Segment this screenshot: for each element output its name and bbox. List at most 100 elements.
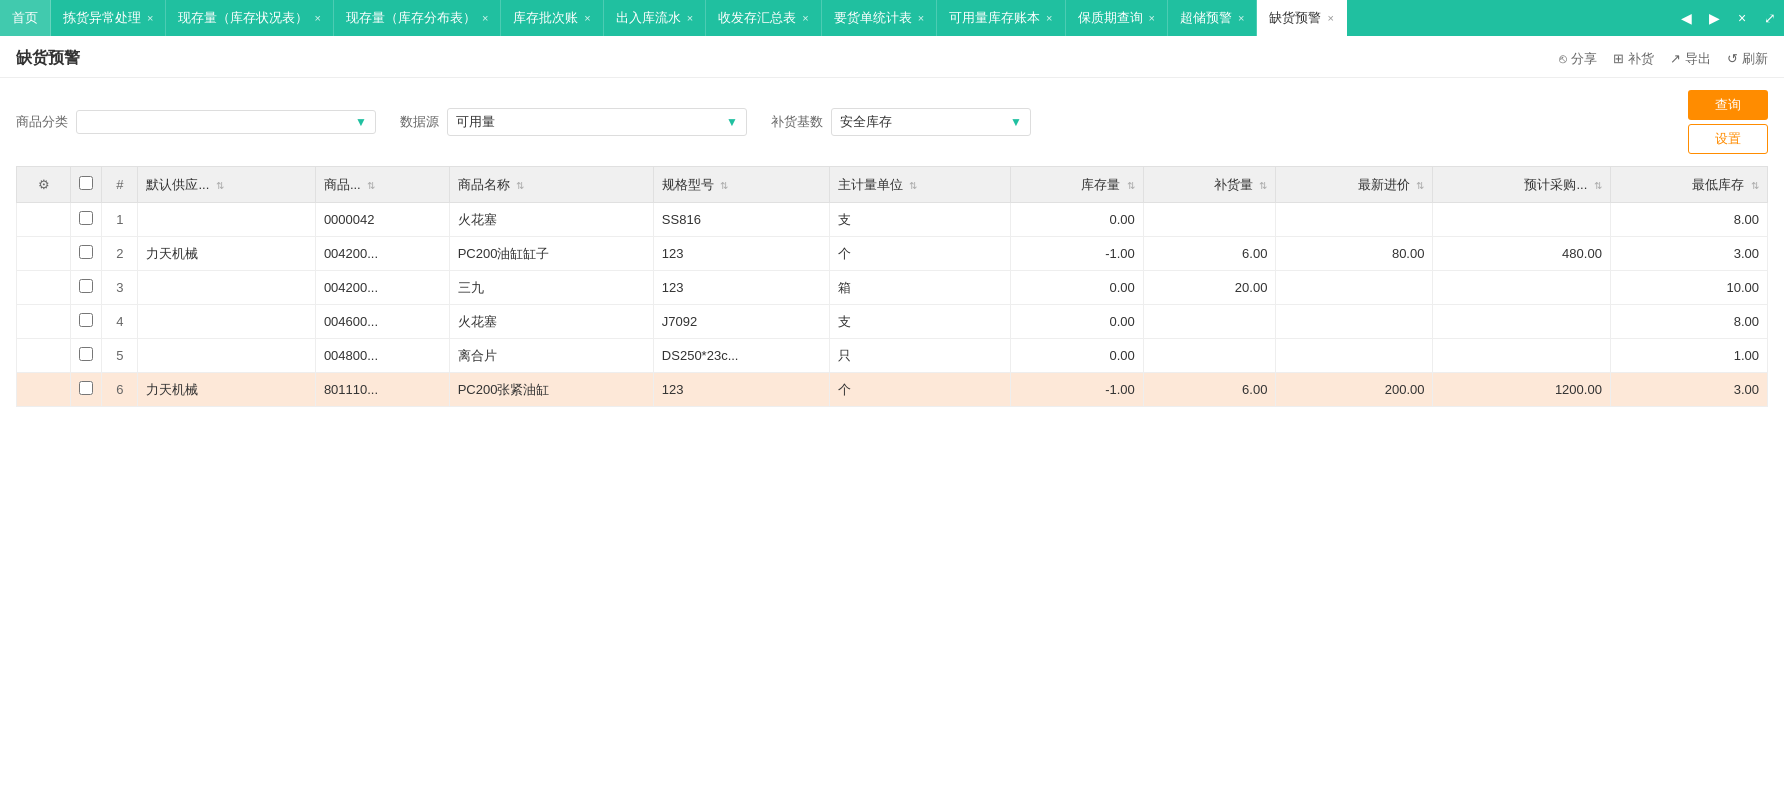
replenish-button[interactable]: ⊞ 补货 bbox=[1613, 50, 1654, 68]
row-checkbox-cell-5[interactable] bbox=[71, 373, 102, 407]
select-all-checkbox[interactable] bbox=[79, 176, 93, 190]
tab-1[interactable]: 拣货异常处理 × bbox=[51, 0, 166, 36]
col-latest-price-header[interactable]: 最新进价 ⇅ bbox=[1276, 167, 1433, 203]
row-spec-5: 123 bbox=[653, 373, 829, 407]
tab-1-close[interactable]: × bbox=[147, 12, 153, 24]
sort-name-icon: ⇅ bbox=[516, 180, 524, 191]
sort-stock-icon: ⇅ bbox=[1127, 180, 1135, 191]
row-min-stock-3: 8.00 bbox=[1610, 305, 1767, 339]
col-goods-code-header[interactable]: 商品... ⇅ bbox=[315, 167, 449, 203]
row-price-0 bbox=[1276, 203, 1433, 237]
goods-category-arrow-icon: ▼ bbox=[355, 115, 367, 129]
row-checkbox-cell-2[interactable] bbox=[71, 271, 102, 305]
col-unit-header[interactable]: 主计量单位 ⇅ bbox=[829, 167, 1010, 203]
row-checkbox-0[interactable] bbox=[79, 211, 93, 225]
row-est-2 bbox=[1433, 271, 1610, 305]
tab-10-close[interactable]: × bbox=[1238, 12, 1244, 24]
row-stock-4: 0.00 bbox=[1011, 339, 1144, 373]
data-table: ⚙ # 默认供应... ⇅ 商品... ⇅ 商品名称 ⇅ bbox=[16, 166, 1768, 407]
col-num-header: # bbox=[102, 167, 138, 203]
col-stock-header[interactable]: 库存量 ⇅ bbox=[1011, 167, 1144, 203]
tab-2-close[interactable]: × bbox=[314, 12, 320, 24]
tab-prev-btn[interactable]: ◀ bbox=[1672, 0, 1700, 36]
row-unit-5: 个 bbox=[829, 373, 1010, 407]
settings-button[interactable]: 设置 bbox=[1688, 124, 1768, 154]
tab-7-close[interactable]: × bbox=[918, 12, 924, 24]
export-button[interactable]: ↗ 导出 bbox=[1670, 50, 1711, 68]
tab-9-close[interactable]: × bbox=[1149, 12, 1155, 24]
tab-4-close[interactable]: × bbox=[584, 12, 590, 24]
row-name-5: PC200张紧油缸 bbox=[449, 373, 653, 407]
col-select-all[interactable] bbox=[71, 167, 102, 203]
tab-8[interactable]: 可用量库存账本 × bbox=[937, 0, 1065, 36]
row-code-1: 004200... bbox=[315, 237, 449, 271]
col-min-stock-header[interactable]: 最低库存 ⇅ bbox=[1610, 167, 1767, 203]
col-spec-header[interactable]: 规格型号 ⇅ bbox=[653, 167, 829, 203]
tab-3[interactable]: 现存量（库存分布表） × bbox=[334, 0, 501, 36]
tab-5[interactable]: 出入库流水 × bbox=[604, 0, 706, 36]
query-button[interactable]: 查询 bbox=[1688, 90, 1768, 120]
row-checkbox-2[interactable] bbox=[79, 279, 93, 293]
table-row: 4 004600... 火花塞 J7092 支 0.00 8.00 bbox=[17, 305, 1768, 339]
tab-7[interactable]: 要货单统计表 × bbox=[822, 0, 937, 36]
row-supplier-5: 力天机械 bbox=[138, 373, 315, 407]
row-gear-0 bbox=[17, 203, 71, 237]
refresh-button[interactable]: ↺ 刷新 bbox=[1727, 50, 1768, 68]
tab-next-btn[interactable]: ▶ bbox=[1700, 0, 1728, 36]
data-source-label: 数据源 bbox=[400, 113, 439, 131]
table-body: 1 0000042 火花塞 SS816 支 0.00 8.00 2 力天机械 0… bbox=[17, 203, 1768, 407]
tab-5-close[interactable]: × bbox=[687, 12, 693, 24]
row-checkbox-3[interactable] bbox=[79, 313, 93, 327]
tab-9[interactable]: 保质期查询 × bbox=[1066, 0, 1168, 36]
col-gear[interactable]: ⚙ bbox=[17, 167, 71, 203]
share-button[interactable]: ⎋ 分享 bbox=[1559, 50, 1597, 68]
row-stock-3: 0.00 bbox=[1011, 305, 1144, 339]
tab-2[interactable]: 现存量（库存状况表） × bbox=[166, 0, 333, 36]
row-checkbox-cell-0[interactable] bbox=[71, 203, 102, 237]
col-spec-label: 规格型号 bbox=[662, 177, 714, 192]
sort-replenish-icon: ⇅ bbox=[1259, 180, 1267, 191]
tab-11[interactable]: 缺货预警 × bbox=[1257, 0, 1346, 36]
data-source-select[interactable]: 可用量 ▼ bbox=[447, 108, 747, 136]
row-replenish-5: 6.00 bbox=[1143, 373, 1276, 407]
col-default-supplier-header[interactable]: 默认供应... ⇅ bbox=[138, 167, 315, 203]
tab-6[interactable]: 收发存汇总表 × bbox=[706, 0, 821, 36]
row-checkbox-cell-3[interactable] bbox=[71, 305, 102, 339]
row-code-2: 004200... bbox=[315, 271, 449, 305]
row-checkbox-4[interactable] bbox=[79, 347, 93, 361]
tab-expand-btn[interactable]: ⤢ bbox=[1756, 0, 1784, 36]
tab-home[interactable]: 首页 bbox=[0, 0, 51, 36]
col-replenish-header[interactable]: 补货量 ⇅ bbox=[1143, 167, 1276, 203]
replenish-base-label: 补货基数 bbox=[771, 113, 823, 131]
row-checkbox-1[interactable] bbox=[79, 245, 93, 259]
tab-8-close[interactable]: × bbox=[1046, 12, 1052, 24]
row-checkbox-5[interactable] bbox=[79, 381, 93, 395]
row-gear-1 bbox=[17, 237, 71, 271]
tab-4[interactable]: 库存批次账 × bbox=[501, 0, 603, 36]
replenish-base-select[interactable]: 安全库存 ▼ bbox=[831, 108, 1031, 136]
col-goods-name-header[interactable]: 商品名称 ⇅ bbox=[449, 167, 653, 203]
row-replenish-1: 6.00 bbox=[1143, 237, 1276, 271]
col-est-purchase-header[interactable]: 预计采购... ⇅ bbox=[1433, 167, 1610, 203]
page-header: 缺货预警 ⎋ 分享 ⊞ 补货 ↗ 导出 ↺ 刷新 bbox=[0, 36, 1784, 78]
goods-category-label: 商品分类 bbox=[16, 113, 68, 131]
row-unit-0: 支 bbox=[829, 203, 1010, 237]
row-checkbox-cell-1[interactable] bbox=[71, 237, 102, 271]
row-num-3: 4 bbox=[102, 305, 138, 339]
tab-3-close[interactable]: × bbox=[482, 12, 488, 24]
sort-code-icon: ⇅ bbox=[367, 180, 375, 191]
tab-close-all-btn[interactable]: × bbox=[1728, 0, 1756, 36]
col-min-stock-label: 最低库存 bbox=[1692, 177, 1744, 192]
row-unit-4: 只 bbox=[829, 339, 1010, 373]
tab-6-close[interactable]: × bbox=[802, 12, 808, 24]
row-checkbox-cell-4[interactable] bbox=[71, 339, 102, 373]
tab-11-close[interactable]: × bbox=[1327, 12, 1333, 24]
export-label: 导出 bbox=[1685, 50, 1711, 68]
col-goods-code-label: 商品... bbox=[324, 177, 361, 192]
goods-category-select[interactable]: ▼ bbox=[76, 110, 376, 134]
row-gear-2 bbox=[17, 271, 71, 305]
tab-3-label: 现存量（库存分布表） bbox=[346, 9, 476, 27]
row-name-2: 三九 bbox=[449, 271, 653, 305]
tab-bar: 首页 拣货异常处理 × 现存量（库存状况表） × 现存量（库存分布表） × 库存… bbox=[0, 0, 1784, 36]
tab-10[interactable]: 超储预警 × bbox=[1168, 0, 1257, 36]
